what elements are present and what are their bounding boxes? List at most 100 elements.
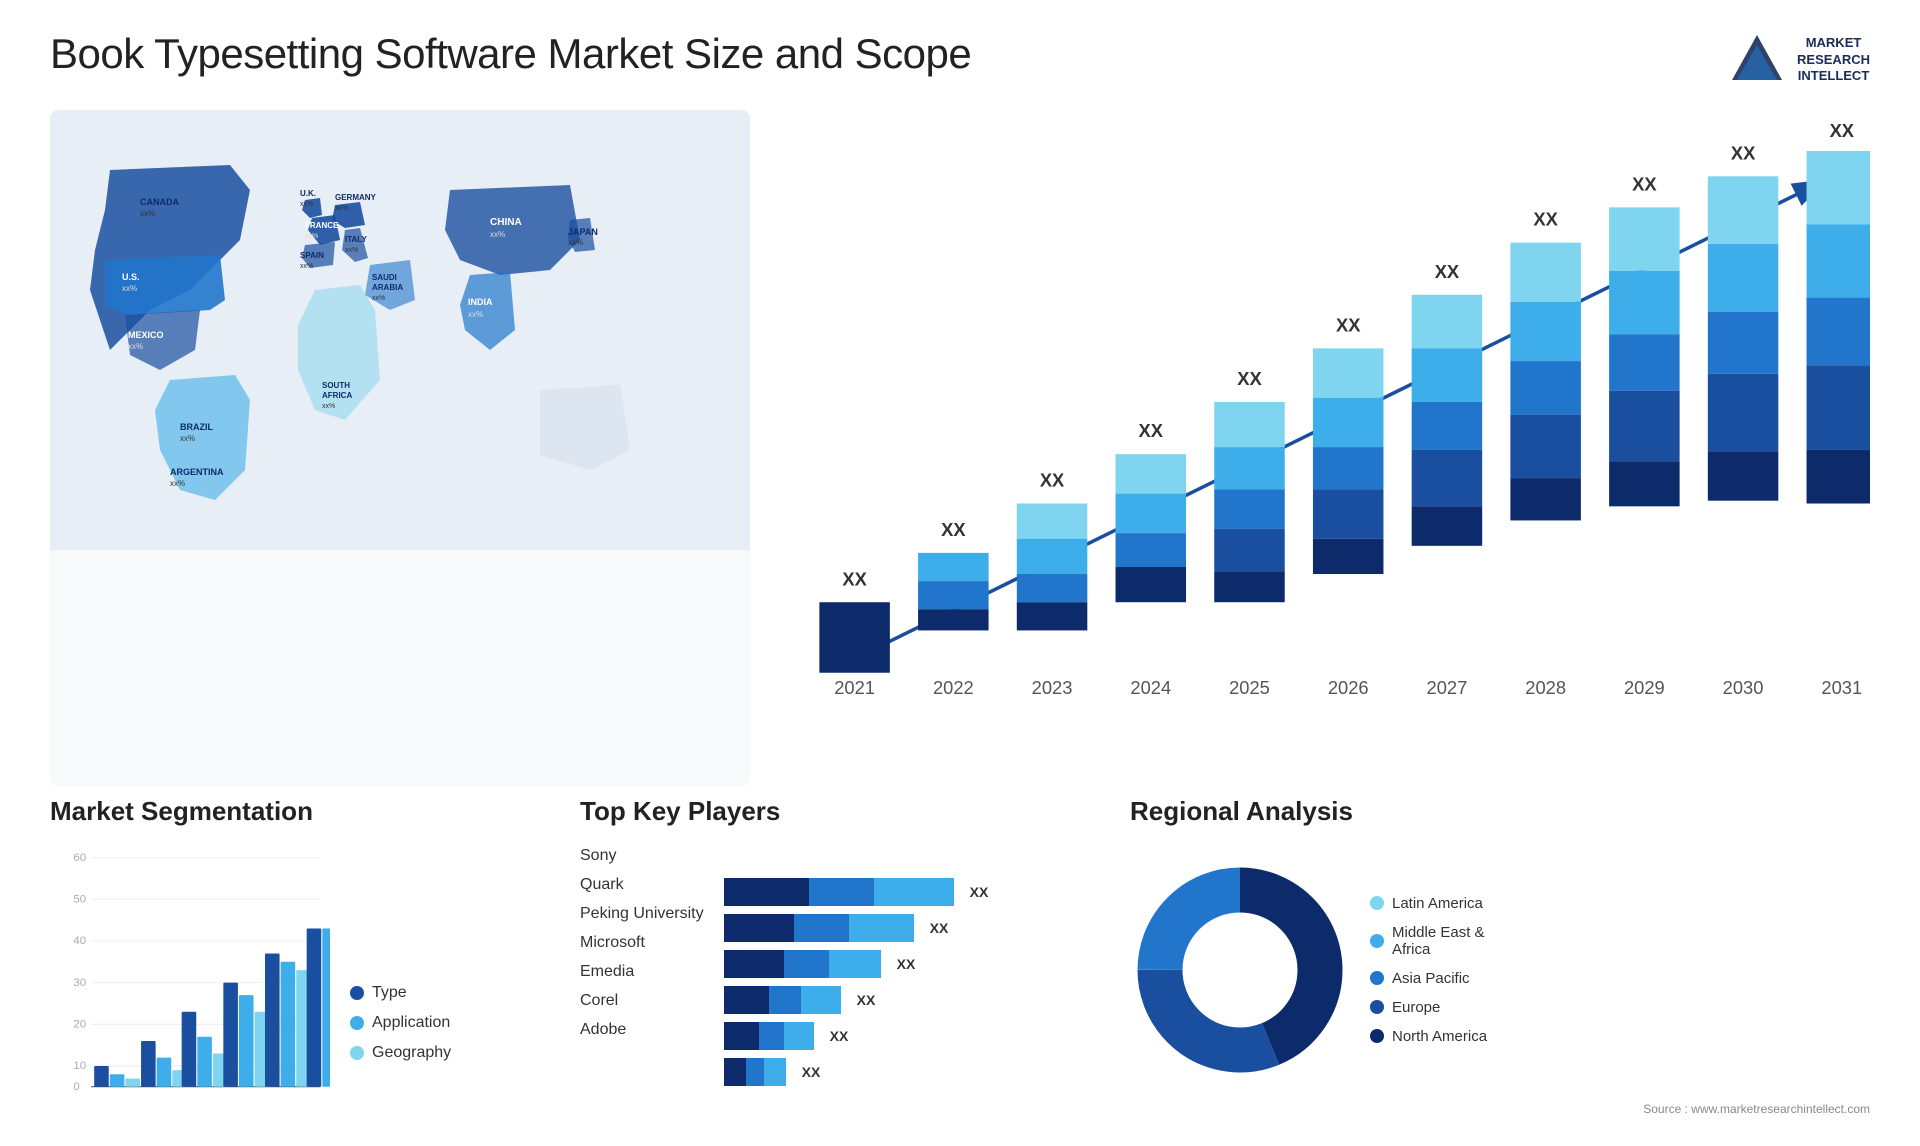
svg-text:xx%: xx%: [335, 205, 348, 212]
svg-text:2022: 2022: [933, 677, 974, 698]
geography-dot: [350, 1046, 364, 1060]
player-microsoft: Microsoft: [580, 934, 704, 952]
north-america-label: North America: [1392, 1028, 1487, 1045]
page-container: Book Typesetting Software Market Size an…: [0, 0, 1920, 1146]
svg-text:MEXICO: MEXICO: [128, 330, 164, 340]
svg-text:SPAIN: SPAIN: [300, 251, 324, 260]
legend-application: Application: [350, 1014, 451, 1032]
corel-val: XX: [830, 1028, 849, 1044]
svg-text:xx%: xx%: [180, 434, 195, 443]
bar-chart-svg: XX XX XX XX: [770, 110, 1870, 756]
svg-text:XX: XX: [1040, 470, 1065, 491]
microsoft-val: XX: [897, 956, 916, 972]
svg-text:SOUTH: SOUTH: [322, 381, 350, 390]
svg-text:JAPAN: JAPAN: [568, 227, 598, 237]
svg-text:BRAZIL: BRAZIL: [180, 422, 213, 432]
svg-text:FRANCE: FRANCE: [305, 221, 339, 230]
svg-text:XX: XX: [1731, 142, 1756, 163]
player-corel: Corel: [580, 992, 704, 1010]
adobe-val: XX: [802, 1064, 821, 1080]
svg-text:30: 30: [73, 977, 86, 989]
donut-chart-svg: [1130, 860, 1350, 1080]
top-section: CANADA xx% U.S. xx% MEXICO xx% BRAZIL xx…: [50, 110, 1870, 786]
regional-legend: Latin America Middle East &Africa Asia P…: [1370, 895, 1487, 1045]
svg-text:2029: 2029: [1624, 677, 1665, 698]
page-title: Book Typesetting Software Market Size an…: [50, 30, 971, 78]
segmentation-content: 60 50 40 30 20 10 0: [50, 842, 550, 1092]
svg-text:CANADA: CANADA: [140, 197, 179, 207]
bottom-section: Market Segmentation 60 50 40 30 20 10 0: [50, 796, 1870, 1116]
svg-text:xx%: xx%: [300, 263, 313, 270]
svg-text:50: 50: [73, 893, 86, 905]
player-names: Sony Quark Peking University Microsoft E…: [580, 842, 704, 1086]
svg-text:xx%: xx%: [122, 284, 137, 293]
segmentation-chart: 60 50 40 30 20 10 0: [50, 842, 330, 1092]
svg-text:ITALY: ITALY: [345, 235, 367, 244]
asia-dot: [1370, 971, 1384, 985]
segmentation-area: Market Segmentation 60 50 40 30 20 10 0: [50, 796, 550, 1116]
player-bars: XX XX: [724, 842, 1100, 1086]
player-bar-corel: XX: [724, 1022, 1100, 1050]
world-map: CANADA xx% U.S. xx% MEXICO xx% BRAZIL xx…: [50, 110, 750, 786]
svg-text:xx%: xx%: [568, 238, 583, 247]
regional-content: Latin America Middle East &Africa Asia P…: [1130, 842, 1870, 1097]
svg-text:ARGENTINA: ARGENTINA: [170, 467, 224, 477]
latin-label: Latin America: [1392, 895, 1483, 912]
application-dot: [350, 1016, 364, 1030]
svg-text:XX: XX: [1435, 261, 1460, 282]
player-adobe: Adobe: [580, 1021, 704, 1039]
svg-text:AFRICA: AFRICA: [322, 391, 352, 400]
svg-text:2021: 2021: [834, 677, 875, 698]
peking-val: XX: [930, 920, 949, 936]
svg-text:xx%: xx%: [140, 209, 155, 218]
mea-dot: [1370, 934, 1384, 948]
svg-text:XX: XX: [842, 568, 867, 589]
legend-mea: Middle East &Africa: [1370, 924, 1487, 958]
regional-title: Regional Analysis: [1130, 796, 1870, 827]
svg-text:2027: 2027: [1427, 677, 1468, 698]
header: Book Typesetting Software Market Size an…: [50, 30, 1870, 90]
emedia-val: XX: [857, 992, 876, 1008]
logo-icon: [1727, 30, 1787, 90]
north-america-dot: [1370, 1029, 1384, 1043]
player-peking: Peking University: [580, 905, 704, 923]
svg-text:U.S.: U.S.: [122, 272, 140, 282]
application-label: Application: [372, 1014, 450, 1032]
svg-text:SAUDI: SAUDI: [372, 273, 397, 282]
svg-text:xx%: xx%: [468, 310, 483, 319]
svg-text:2026: 2026: [1328, 677, 1369, 698]
svg-text:10: 10: [73, 1060, 86, 1072]
players-title: Top Key Players: [580, 796, 1100, 827]
segmentation-title: Market Segmentation: [50, 796, 550, 827]
mea-label: Middle East &Africa: [1392, 924, 1485, 958]
bar-chart-container: XX XX XX XX: [770, 110, 1870, 786]
player-bar-adobe: XX: [724, 1058, 1100, 1086]
svg-text:xx%: xx%: [345, 247, 358, 254]
player-quark: Quark: [580, 876, 704, 894]
players-area: Top Key Players Sony Quark Peking Univer…: [580, 796, 1100, 1116]
svg-text:xx%: xx%: [170, 479, 185, 488]
quark-val: XX: [970, 884, 989, 900]
players-list: Sony Quark Peking University Microsoft E…: [580, 842, 1100, 1086]
player-bar-quark: XX: [724, 878, 1100, 906]
svg-text:XX: XX: [941, 519, 966, 540]
source-text: Source : www.marketresearchintellect.com: [1130, 1102, 1870, 1116]
player-bar-microsoft: XX: [724, 950, 1100, 978]
svg-text:XX: XX: [1139, 420, 1164, 441]
svg-text:xx%: xx%: [128, 342, 143, 351]
map-svg: CANADA xx% U.S. xx% MEXICO xx% BRAZIL xx…: [50, 110, 750, 550]
svg-text:XX: XX: [1830, 120, 1855, 141]
svg-text:GERMANY: GERMANY: [335, 193, 377, 202]
svg-text:INDIA: INDIA: [468, 297, 493, 307]
svg-text:CHINA: CHINA: [490, 217, 522, 228]
europe-dot: [1370, 1000, 1384, 1014]
legend-asia: Asia Pacific: [1370, 970, 1487, 987]
legend-geography: Geography: [350, 1044, 451, 1062]
svg-text:xx%: xx%: [490, 230, 505, 239]
svg-text:2025: 2025: [1229, 677, 1270, 698]
svg-text:XX: XX: [1336, 314, 1361, 335]
latin-dot: [1370, 896, 1384, 910]
geography-label: Geography: [372, 1044, 451, 1062]
type-dot: [350, 986, 364, 1000]
svg-text:2023: 2023: [1032, 677, 1073, 698]
